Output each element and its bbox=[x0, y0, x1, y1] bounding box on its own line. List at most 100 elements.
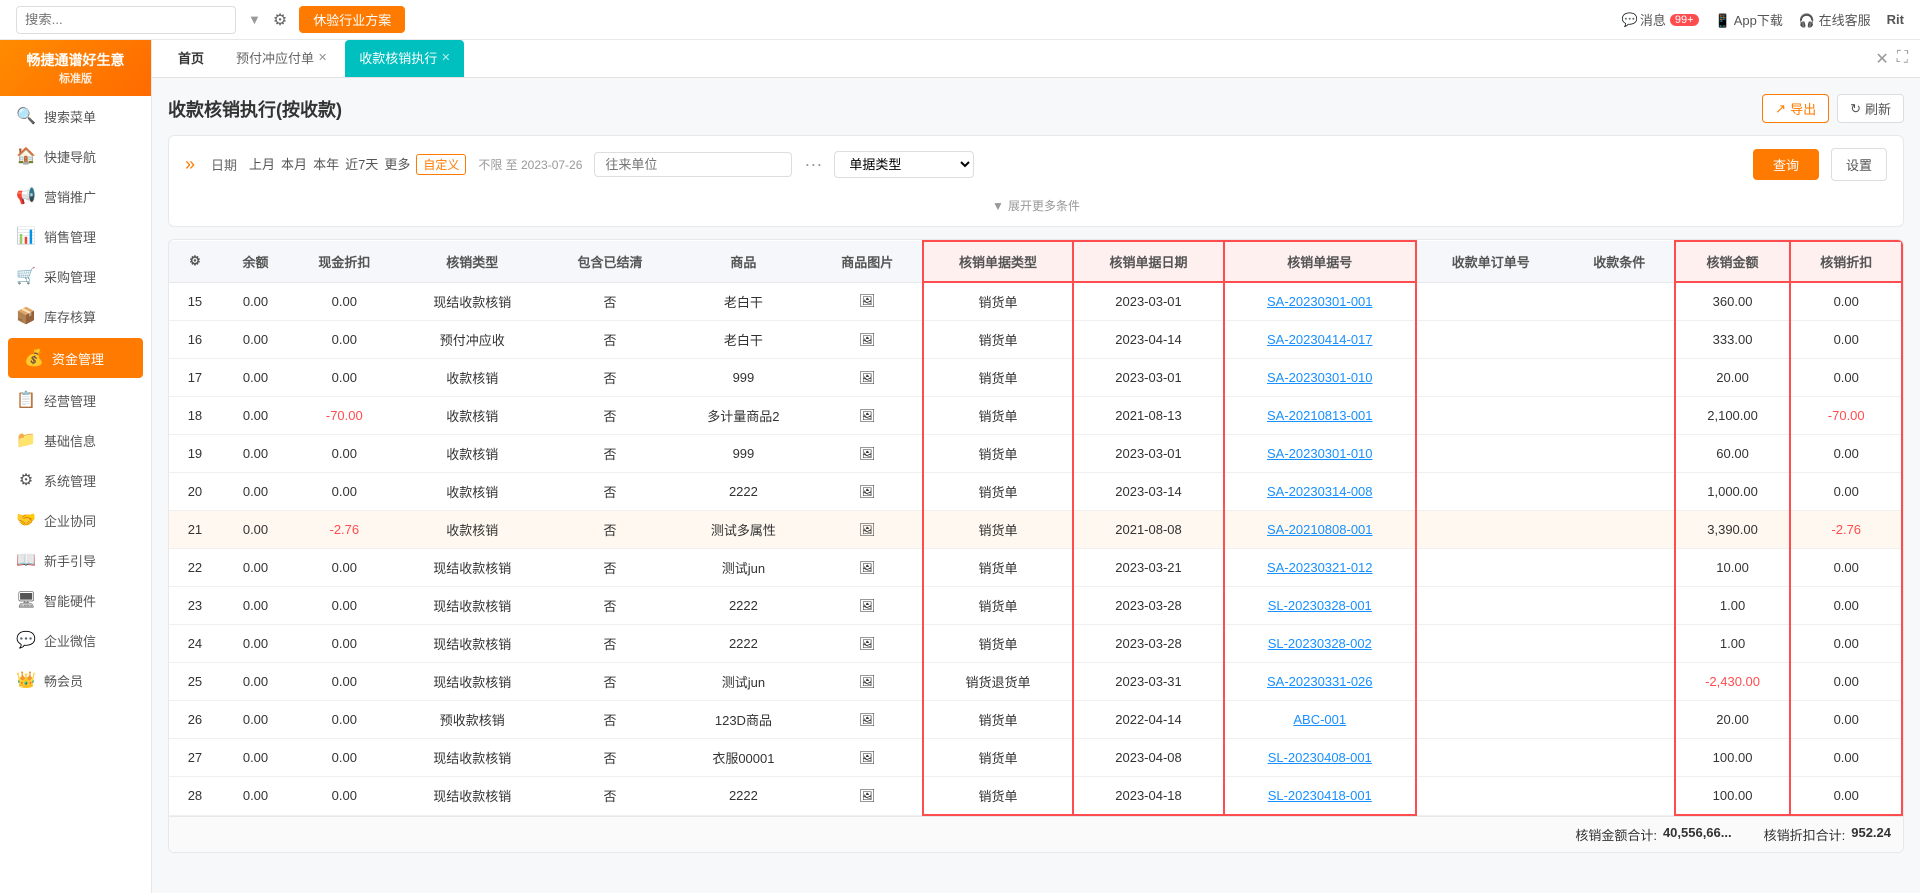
date-this-year[interactable]: 本年 bbox=[313, 154, 339, 175]
cell-3-9[interactable]: SA-20210813-001 bbox=[1224, 397, 1416, 435]
tab-label-prepay: 预付冲应付单 bbox=[236, 48, 314, 67]
cell-1-10 bbox=[1416, 321, 1565, 359]
data-table-container: ⚙余额现金折扣核销类型包含已结清商品商品图片核销单据类型核销单据日期核销单据号收… bbox=[168, 239, 1904, 853]
bill-no-link-4[interactable]: SA-20230301-010 bbox=[1267, 446, 1373, 461]
bill-no-link-10[interactable]: SA-20230331-026 bbox=[1267, 674, 1373, 689]
cell-8-9[interactable]: SL-20230328-001 bbox=[1224, 587, 1416, 625]
cell-9-10 bbox=[1416, 625, 1565, 663]
close-window-icon[interactable]: ✕ bbox=[1875, 49, 1888, 69]
bill-no-link-12[interactable]: SL-20230408-001 bbox=[1268, 750, 1372, 765]
cell-10-9[interactable]: SA-20230331-026 bbox=[1224, 663, 1416, 701]
sidebar-item-inventory[interactable]: 📦 库存核算 bbox=[0, 296, 151, 336]
sidebar-item-wechat[interactable]: 💬 企业微信 bbox=[0, 620, 151, 660]
table-row: 160.000.00预付冲应收否老白干🖼销货单2023-04-14SA-2023… bbox=[169, 321, 1902, 359]
bill-no-link-1[interactable]: SA-20230414-017 bbox=[1267, 332, 1373, 347]
cell-3-5: 多计量商品2 bbox=[674, 397, 813, 435]
cell-13-9[interactable]: SL-20230418-001 bbox=[1224, 777, 1416, 816]
sidebar-item-member[interactable]: 👑 畅会员 bbox=[0, 660, 151, 700]
maximize-icon[interactable]: ⛶ bbox=[1897, 49, 1908, 69]
sidebar-item-operations[interactable]: 📋 经营管理 bbox=[0, 380, 151, 420]
bill-no-link-6[interactable]: SA-20210808-001 bbox=[1267, 522, 1373, 537]
online-service-link[interactable]: 🎧 在线客服 bbox=[1799, 10, 1871, 29]
cell-6-5: 测试多属性 bbox=[674, 511, 813, 549]
cell-12-8: 2023-04-08 bbox=[1073, 739, 1224, 777]
refresh-button[interactable]: ↻ 刷新 bbox=[1837, 94, 1904, 123]
sidebar-item-collab[interactable]: 🤝 企业协同 bbox=[0, 500, 151, 540]
purchase-icon: 🛒 bbox=[16, 266, 36, 286]
main-area: 首页预付冲应付单✕收款核销执行✕ ✕ ⛶ 收款核销执行(按收款) ↗ 导出 ↻ … bbox=[152, 40, 1920, 893]
cell-9-9[interactable]: SL-20230328-002 bbox=[1224, 625, 1416, 663]
expand-more-btn[interactable]: ▼ 展开更多条件 bbox=[185, 197, 1887, 214]
bill-no-link-0[interactable]: SA-20230301-001 bbox=[1267, 294, 1373, 309]
cell-0-9[interactable]: SA-20230301-001 bbox=[1224, 282, 1416, 321]
col-header-4: 包含已结清 bbox=[546, 241, 674, 282]
cell-6-9[interactable]: SA-20210808-001 bbox=[1224, 511, 1416, 549]
date-custom[interactable]: 自定义 bbox=[416, 154, 466, 175]
sidebar-item-finance[interactable]: 💰 资金管理 bbox=[8, 338, 143, 378]
cell-5-11 bbox=[1565, 473, 1675, 511]
cell-5-9[interactable]: SA-20230314-008 bbox=[1224, 473, 1416, 511]
sidebar-item-guide[interactable]: 📖 新手引导 bbox=[0, 540, 151, 580]
cell-1-9[interactable]: SA-20230414-017 bbox=[1224, 321, 1416, 359]
cell-11-9[interactable]: ABC-001 bbox=[1224, 701, 1416, 739]
logo-text: 畅捷通谱好生意 bbox=[27, 50, 125, 70]
cell-5-5: 2222 bbox=[674, 473, 813, 511]
sidebar-label-purchase: 采购管理 bbox=[44, 267, 96, 286]
sidebar-item-system[interactable]: ⚙ 系统管理 bbox=[0, 460, 151, 500]
bill-no-link-3[interactable]: SA-20210813-001 bbox=[1267, 408, 1373, 423]
date-last-month[interactable]: 上月 bbox=[249, 154, 275, 175]
cell-1-0: 16 bbox=[169, 321, 221, 359]
export-button[interactable]: ↗ 导出 bbox=[1762, 94, 1829, 123]
partner-input[interactable] bbox=[594, 152, 792, 177]
query-button[interactable]: 查询 bbox=[1753, 149, 1819, 180]
cell-3-3: 收款核销 bbox=[399, 397, 547, 435]
bill-no-link-11[interactable]: ABC-001 bbox=[1293, 712, 1346, 727]
bill-no-link-7[interactable]: SA-20230321-012 bbox=[1267, 560, 1373, 575]
date-7-days[interactable]: 近7天 bbox=[345, 154, 378, 175]
message-link[interactable]: 💬 消息 99+ bbox=[1622, 10, 1699, 29]
sidebar-item-search[interactable]: 🔍 搜索菜单 bbox=[0, 96, 151, 136]
search-input[interactable] bbox=[16, 6, 236, 34]
cell-2-9[interactable]: SA-20230301-010 bbox=[1224, 359, 1416, 397]
gear-icon[interactable]: ⚙ bbox=[273, 10, 287, 30]
filter-toggle[interactable]: » bbox=[185, 154, 195, 175]
tab-close-prepay[interactable]: ✕ bbox=[318, 51, 327, 64]
tab-receipt-cancel[interactable]: 收款核销执行✕ bbox=[345, 40, 464, 77]
sidebar-item-hardware[interactable]: 🖥 智能硬件 bbox=[0, 580, 151, 620]
tab-prepay[interactable]: 预付冲应付单 ✕ bbox=[222, 40, 341, 77]
cell-2-6: 🖼 bbox=[813, 359, 923, 397]
page-actions: ↗ 导出 ↻ 刷新 bbox=[1762, 94, 1904, 123]
industry-btn[interactable]: 休验行业方案 bbox=[299, 6, 405, 33]
sidebar-item-quicknav[interactable]: 🏠 快捷导航 bbox=[0, 136, 151, 176]
date-this-month[interactable]: 本月 bbox=[281, 154, 307, 175]
col-header-11: 收款条件 bbox=[1565, 241, 1675, 282]
tab-home[interactable]: 首页 bbox=[164, 40, 218, 77]
cell-13-6: 🖼 bbox=[813, 777, 923, 816]
bill-no-link-2[interactable]: SA-20230301-010 bbox=[1267, 370, 1373, 385]
bill-no-link-8[interactable]: SL-20230328-001 bbox=[1268, 598, 1372, 613]
bill-no-link-13[interactable]: SL-20230418-001 bbox=[1268, 788, 1372, 803]
cell-4-9[interactable]: SA-20230301-010 bbox=[1224, 435, 1416, 473]
finance-icon: 💰 bbox=[24, 348, 44, 368]
sidebar-item-sales[interactable]: 📊 销售管理 bbox=[0, 216, 151, 256]
bill-no-link-5[interactable]: SA-20230314-008 bbox=[1267, 484, 1373, 499]
app-download-link[interactable]: 📱 App下载 bbox=[1715, 10, 1783, 29]
tab-close-receipt-cancel[interactable]: ✕ bbox=[441, 51, 450, 64]
date-more[interactable]: 更多 bbox=[384, 154, 410, 175]
sidebar-item-basic[interactable]: 📁 基础信息 bbox=[0, 420, 151, 460]
user-name[interactable]: Rit bbox=[1887, 12, 1904, 27]
cell-11-11 bbox=[1565, 701, 1675, 739]
settings-button[interactable]: 设置 bbox=[1831, 148, 1887, 181]
cell-10-7: 销货退货单 bbox=[923, 663, 1074, 701]
cell-8-12: 1.00 bbox=[1675, 587, 1791, 625]
cell-7-9[interactable]: SA-20230321-012 bbox=[1224, 549, 1416, 587]
sidebar-item-purchase[interactable]: 🛒 采购管理 bbox=[0, 256, 151, 296]
cell-12-0: 27 bbox=[169, 739, 221, 777]
page-content: 收款核销执行(按收款) ↗ 导出 ↻ 刷新 » 日期 上月 bbox=[152, 78, 1920, 893]
sidebar-item-marketing[interactable]: 📢 营销推广 bbox=[0, 176, 151, 216]
col-header-0[interactable]: ⚙ bbox=[169, 241, 221, 282]
bill-type-select[interactable]: 单据类型 bbox=[834, 151, 974, 178]
cell-1-5: 老白干 bbox=[674, 321, 813, 359]
cell-12-9[interactable]: SL-20230408-001 bbox=[1224, 739, 1416, 777]
bill-no-link-9[interactable]: SL-20230328-002 bbox=[1268, 636, 1372, 651]
